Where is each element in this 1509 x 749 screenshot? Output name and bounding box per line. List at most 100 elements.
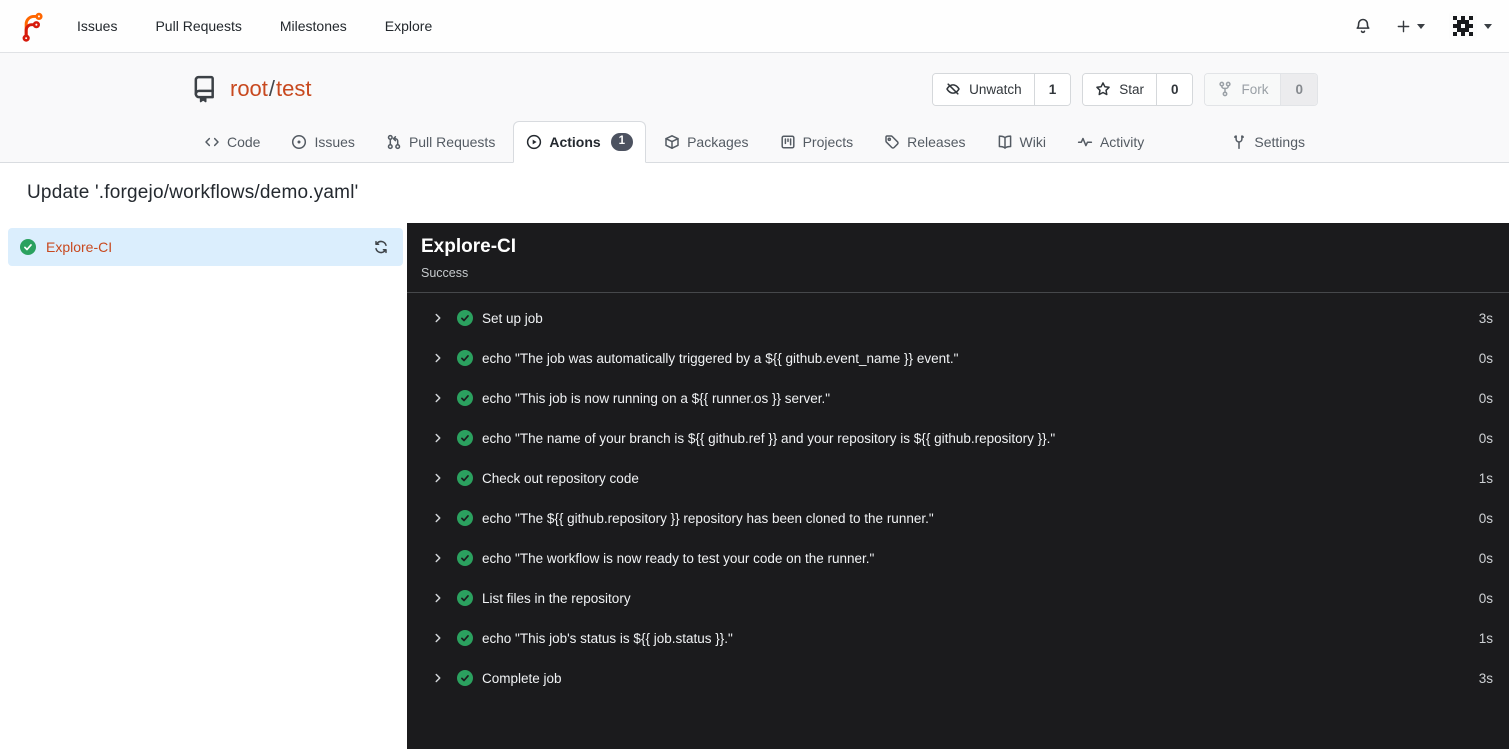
tab-pull-requests[interactable]: Pull Requests <box>373 121 508 162</box>
project-icon <box>780 134 796 150</box>
star-count[interactable]: 0 <box>1156 73 1193 105</box>
pulse-icon <box>1077 134 1093 150</box>
tab-projects[interactable]: Projects <box>767 121 867 162</box>
forgejo-logo[interactable] <box>17 11 48 42</box>
tab-label: Settings <box>1254 133 1305 150</box>
chevron-right-icon <box>431 351 445 365</box>
tab-label: Issues <box>314 133 355 150</box>
tab-label: Pull Requests <box>408 133 496 150</box>
chevron-down-icon <box>1484 23 1492 29</box>
tab-issues[interactable]: Issues <box>278 121 367 162</box>
step-success-icon <box>457 670 473 686</box>
repo-tabs: Code Issues Pull Requests Actions 1 Packages P… <box>191 120 1318 163</box>
chevron-right-icon <box>431 591 445 605</box>
user-menu-button[interactable] <box>1449 12 1492 40</box>
navbar-link-pull-requests[interactable]: Pull Requests <box>136 0 260 52</box>
step-row[interactable]: echo "The name of your branch is ${{ git… <box>407 418 1509 458</box>
tab-releases[interactable]: Releases <box>871 121 978 162</box>
step-duration: 3s <box>1478 310 1493 326</box>
step-duration: 0s <box>1478 510 1493 526</box>
pull-request-icon <box>386 134 402 150</box>
step-name: Set up job <box>482 310 543 326</box>
step-row[interactable]: Complete job 3s <box>407 658 1509 698</box>
tab-settings[interactable]: Settings <box>1218 121 1318 162</box>
job-list-item[interactable]: Explore-CI <box>8 228 403 266</box>
step-row[interactable]: echo "This job is now running on a ${{ r… <box>407 378 1509 418</box>
step-name: echo "The name of your branch is ${{ git… <box>482 430 1056 446</box>
step-row[interactable]: List files in the repository 0s <box>407 578 1509 618</box>
fork-button[interactable]: Fork <box>1205 73 1282 105</box>
step-name: echo "This job's status is ${{ job.statu… <box>482 630 733 646</box>
fork-count[interactable]: 0 <box>1281 73 1317 105</box>
book-icon <box>997 134 1013 150</box>
step-row[interactable]: Set up job 3s <box>407 298 1509 338</box>
tab-label: Projects <box>802 133 854 150</box>
create-new-button[interactable] <box>1396 19 1425 34</box>
tab-label: Actions <box>549 134 601 150</box>
step-success-icon <box>457 430 473 446</box>
repo-header: root/test Unwatch 1 Star 0 Fork 0 Code Is… <box>0 53 1509 163</box>
unwatch-button-group: Unwatch 1 <box>932 72 1072 106</box>
step-name: echo "This job is now running on a ${{ r… <box>482 390 831 406</box>
plus-icon <box>1396 19 1411 34</box>
code-icon <box>204 134 220 150</box>
navbar-link-milestones[interactable]: Milestones <box>261 0 366 52</box>
job-panel-header: Explore-CI Success <box>407 223 1509 293</box>
tab-label: Activity <box>1099 133 1145 150</box>
tab-label: Code <box>227 133 261 150</box>
repo-owner-link[interactable]: root <box>230 76 268 101</box>
jobs-sidebar: Explore-CI <box>0 223 407 749</box>
chevron-right-icon <box>431 551 445 565</box>
tab-label: Packages <box>687 133 749 150</box>
repo-icon <box>191 74 218 104</box>
chevron-right-icon <box>431 391 445 405</box>
navbar-link-explore[interactable]: Explore <box>366 0 451 52</box>
step-row[interactable]: echo "This job's status is ${{ job.statu… <box>407 618 1509 658</box>
repo-title: root/test <box>191 74 312 104</box>
star-button-group: Star 0 <box>1082 72 1194 106</box>
step-duration: 1s <box>1478 470 1493 486</box>
step-name: echo "The job was automatically triggere… <box>482 350 959 366</box>
tab-wiki[interactable]: Wiki <box>984 121 1059 162</box>
navbar-link-issues[interactable]: Issues <box>58 0 136 52</box>
tab-badge: 1 <box>610 133 634 151</box>
star-button[interactable]: Star <box>1083 73 1157 105</box>
step-success-icon <box>457 510 473 526</box>
unwatch-button[interactable]: Unwatch <box>933 73 1035 105</box>
wrench-icon <box>1231 134 1247 150</box>
step-success-icon <box>457 310 473 326</box>
step-row[interactable]: Check out repository code 1s <box>407 458 1509 498</box>
step-duration: 0s <box>1478 350 1493 366</box>
fork-icon <box>1217 81 1233 97</box>
chevron-right-icon <box>431 471 445 485</box>
tab-packages[interactable]: Packages <box>651 121 761 162</box>
package-icon <box>664 134 680 150</box>
rerun-job-button[interactable] <box>371 237 391 257</box>
refresh-icon <box>373 239 389 255</box>
step-duration: 3s <box>1478 670 1493 686</box>
repo-name-link[interactable]: test <box>276 76 311 101</box>
step-name: echo "The workflow is now ready to test … <box>482 550 875 566</box>
unwatch-count[interactable]: 1 <box>1034 73 1071 105</box>
tab-actions[interactable]: Actions 1 <box>513 121 647 163</box>
step-row[interactable]: echo "The ${{ github.repository }} repos… <box>407 498 1509 538</box>
top-navbar: Issues Pull Requests Milestones Explore <box>0 0 1509 53</box>
tab-code[interactable]: Code <box>191 121 273 162</box>
tag-icon <box>884 134 900 150</box>
tab-label: Wiki <box>1019 133 1046 150</box>
notifications-button[interactable] <box>1354 17 1372 35</box>
play-circle-icon <box>526 134 542 150</box>
step-row[interactable]: echo "The workflow is now ready to test … <box>407 538 1509 578</box>
tab-activity[interactable]: Activity <box>1064 121 1157 162</box>
step-success-icon <box>457 390 473 406</box>
step-duration: 1s <box>1478 630 1493 646</box>
chevron-right-icon <box>431 431 445 445</box>
chevron-right-icon <box>431 311 445 325</box>
step-duration: 0s <box>1478 390 1493 406</box>
job-success-icon <box>20 239 36 255</box>
run-title: Update '.forgejo/workflows/demo.yaml' <box>27 182 359 203</box>
star-icon <box>1095 81 1111 97</box>
unwatch-label: Unwatch <box>969 81 1022 97</box>
step-row[interactable]: echo "The job was automatically triggere… <box>407 338 1509 378</box>
tab-label: Releases <box>907 133 966 150</box>
